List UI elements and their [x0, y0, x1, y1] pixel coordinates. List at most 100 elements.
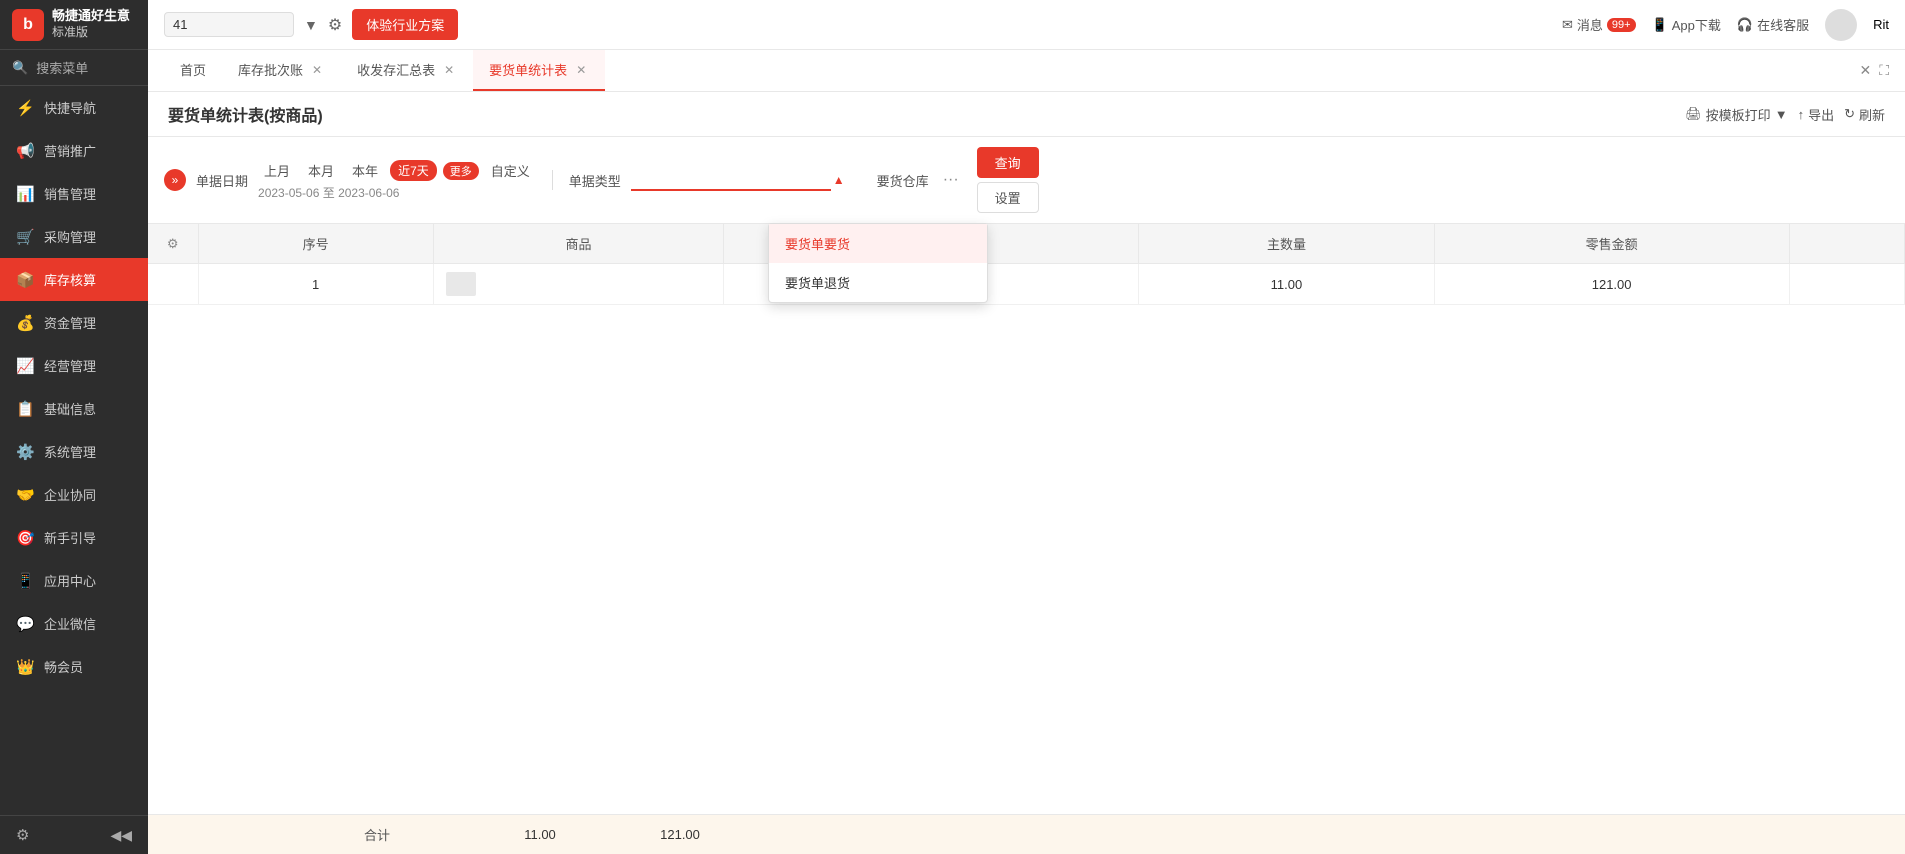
operation-icon: 📈: [16, 357, 34, 375]
sidebar-item-purchase[interactable]: 🛒 采购管理: [0, 215, 148, 258]
tab-collect-summary[interactable]: 收发存汇总表 ✕: [341, 50, 473, 91]
sidebar-item-system[interactable]: ⚙️ 系统管理: [0, 430, 148, 473]
7days-button[interactable]: 近7天: [390, 160, 437, 181]
logo-icon: b: [12, 9, 44, 41]
sidebar-item-operation[interactable]: 📈 经营管理: [0, 344, 148, 387]
footer-qty: 11.00: [500, 827, 580, 842]
date-range-text: 2023-05-06 至 2023-06-06: [258, 184, 536, 201]
sidebar-item-sales[interactable]: 📊 销售管理: [0, 172, 148, 215]
row-no: 1: [198, 264, 433, 305]
app-download-action[interactable]: 📱 App下载: [1652, 15, 1721, 34]
footer-label: 合计: [364, 825, 390, 844]
sidebar-item-guide[interactable]: 🎯 新手引导: [0, 516, 148, 559]
date-label: 单据日期: [196, 171, 248, 190]
tab-order-stats[interactable]: 要货单统计表 ✕: [473, 50, 605, 91]
app-center-icon: 📱: [16, 572, 34, 590]
curr-month-button[interactable]: 本月: [302, 159, 340, 182]
search-menu[interactable]: 🔍 搜索菜单: [0, 50, 148, 86]
sidebar-item-enterprise[interactable]: 🤝 企业协同: [0, 473, 148, 516]
page-header-actions: 🖨 按模板打印 ▼ ↑ 导出 ↻ 刷新: [1685, 105, 1885, 124]
dropdown-option-order-goods[interactable]: 要货单要货: [769, 224, 987, 263]
table-col-product: 商品: [433, 224, 724, 264]
sidebar-item-basic[interactable]: 📋 基础信息: [0, 387, 148, 430]
logo-text: 畅捷通好生意 标准版: [52, 8, 130, 40]
print-icon: 🖨: [1685, 106, 1702, 122]
purchase-icon: 🛒: [16, 228, 34, 246]
top-bar-left: ▼ ⚙ 体验行业方案: [164, 9, 458, 40]
print-dropdown-icon: ▼: [1775, 107, 1788, 122]
tab-home[interactable]: 首页: [164, 50, 222, 91]
content-area: 要货单统计表(按商品) 🖨 按模板打印 ▼ ↑ 导出 ↻ 刷新 »: [148, 92, 1905, 854]
industry-solution-button[interactable]: 体验行业方案: [352, 9, 458, 40]
tab-close-collect-summary[interactable]: ✕: [441, 62, 457, 78]
sidebar-item-member[interactable]: 👑 畅会员: [0, 645, 148, 688]
data-table: ⚙ 序号 商品 主计量单位 主数量 零售金额 1: [148, 224, 1905, 305]
sidebar-item-quick-nav[interactable]: ⚡ 快捷导航: [0, 86, 148, 129]
type-dropdown-arrow[interactable]: ▲: [831, 171, 847, 189]
curr-year-button[interactable]: 本年: [346, 159, 384, 182]
warehouse-label: 要货仓库: [877, 171, 929, 190]
filter-action-buttons: 查询 设置: [977, 147, 1039, 213]
user-avatar[interactable]: [1825, 9, 1857, 41]
table-col-qty: 主数量: [1139, 224, 1434, 264]
tab-close-all-icon[interactable]: ✕: [1859, 62, 1871, 79]
date-filter-buttons: 上月 本月 本年 近7天 更多 自定义: [258, 159, 536, 182]
dropdown-option-order-return[interactable]: 要货单退货: [769, 263, 987, 302]
page-header: 要货单统计表(按商品) 🖨 按模板打印 ▼ ↑ 导出 ↻ 刷新: [148, 92, 1905, 137]
sidebar-bottom: ⚙ ◀◀: [0, 815, 148, 854]
filter-expand-button[interactable]: »: [164, 169, 186, 191]
export-button[interactable]: ↑ 导出: [1798, 105, 1835, 124]
tab-close-inventory-batch[interactable]: ✕: [309, 62, 325, 78]
sidebar-item-app-center[interactable]: 📱 应用中心: [0, 559, 148, 602]
enterprise-icon: 🤝: [16, 486, 34, 504]
filter-bar: » 单据日期 上月 本月 本年 近7天 更多 自定义 2023-05-06 至 …: [148, 137, 1905, 224]
table-col-extra: [1789, 224, 1904, 264]
tab-expand-icon[interactable]: ⛶: [1879, 62, 1889, 79]
user-name: Rit: [1873, 17, 1889, 32]
prev-month-button[interactable]: 上月: [258, 159, 296, 182]
refresh-button[interactable]: ↻ 刷新: [1844, 105, 1885, 124]
set-button[interactable]: 设置: [977, 182, 1039, 213]
product-thumbnail: [446, 272, 476, 296]
custom-date-button[interactable]: 自定义: [485, 159, 536, 182]
page-title: 要货单统计表(按商品): [168, 102, 323, 126]
export-icon: ↑: [1798, 107, 1805, 122]
tab-bar: 首页 库存批次账 ✕ 收发存汇总表 ✕ 要货单统计表 ✕ ✕ ⛶: [148, 50, 1905, 92]
message-action[interactable]: ✉ 消息 99+: [1562, 15, 1636, 34]
system-icon: ⚙️: [16, 443, 34, 461]
query-button[interactable]: 查询: [977, 147, 1039, 178]
more-date-badge[interactable]: 更多: [443, 162, 479, 180]
sidebar-item-wechat[interactable]: 💬 企业微信: [0, 602, 148, 645]
sidebar-item-finance[interactable]: 💰 资金管理: [0, 301, 148, 344]
member-icon: 👑: [16, 658, 34, 676]
sidebar-item-inventory[interactable]: 📦 库存核算: [0, 258, 148, 301]
sidebar-settings-icon[interactable]: ⚙: [16, 826, 29, 844]
sidebar-nav: ⚡ 快捷导航 📢 营销推广 📊 销售管理 🛒 采购管理 📦 库存核算 💰 资金管…: [0, 86, 148, 815]
footer-amount: 121.00: [640, 827, 720, 842]
refresh-icon: ↻: [1844, 106, 1855, 122]
data-table-container: ⚙ 序号 商品 主计量单位 主数量 零售金额 1: [148, 224, 1905, 814]
type-input[interactable]: [631, 170, 831, 191]
online-service-action[interactable]: 🎧 在线客服: [1737, 15, 1809, 34]
sidebar-item-marketing[interactable]: 📢 营销推广: [0, 129, 148, 172]
table-footer: 合计 11.00 121.00: [148, 814, 1905, 854]
topbar-settings-button[interactable]: ⚙: [328, 15, 342, 35]
wechat-icon: 💬: [16, 615, 34, 633]
row-settings: [148, 264, 198, 305]
table-settings-column[interactable]: ⚙: [148, 224, 198, 264]
sidebar-collapse-button[interactable]: ◀◀: [110, 827, 132, 844]
tab-inventory-batch[interactable]: 库存批次账 ✕: [222, 50, 341, 91]
warehouse-more-icon[interactable]: ···: [943, 171, 959, 189]
row-extra: [1789, 264, 1904, 305]
breadcrumb-input[interactable]: [164, 12, 294, 37]
sidebar-logo: b 畅捷通好生意 标准版: [0, 0, 148, 50]
inventory-icon: 📦: [16, 271, 34, 289]
app-download-icon: 📱: [1652, 17, 1668, 33]
sales-icon: 📊: [16, 185, 34, 203]
tab-close-order-stats[interactable]: ✕: [573, 62, 589, 78]
guide-icon: 🎯: [16, 529, 34, 547]
filter-divider: [552, 170, 553, 190]
print-button[interactable]: 🖨 按模板打印 ▼: [1685, 105, 1787, 124]
type-input-wrapper: ▲: [631, 170, 847, 191]
breadcrumb-dropdown-button[interactable]: ▼: [304, 17, 318, 33]
